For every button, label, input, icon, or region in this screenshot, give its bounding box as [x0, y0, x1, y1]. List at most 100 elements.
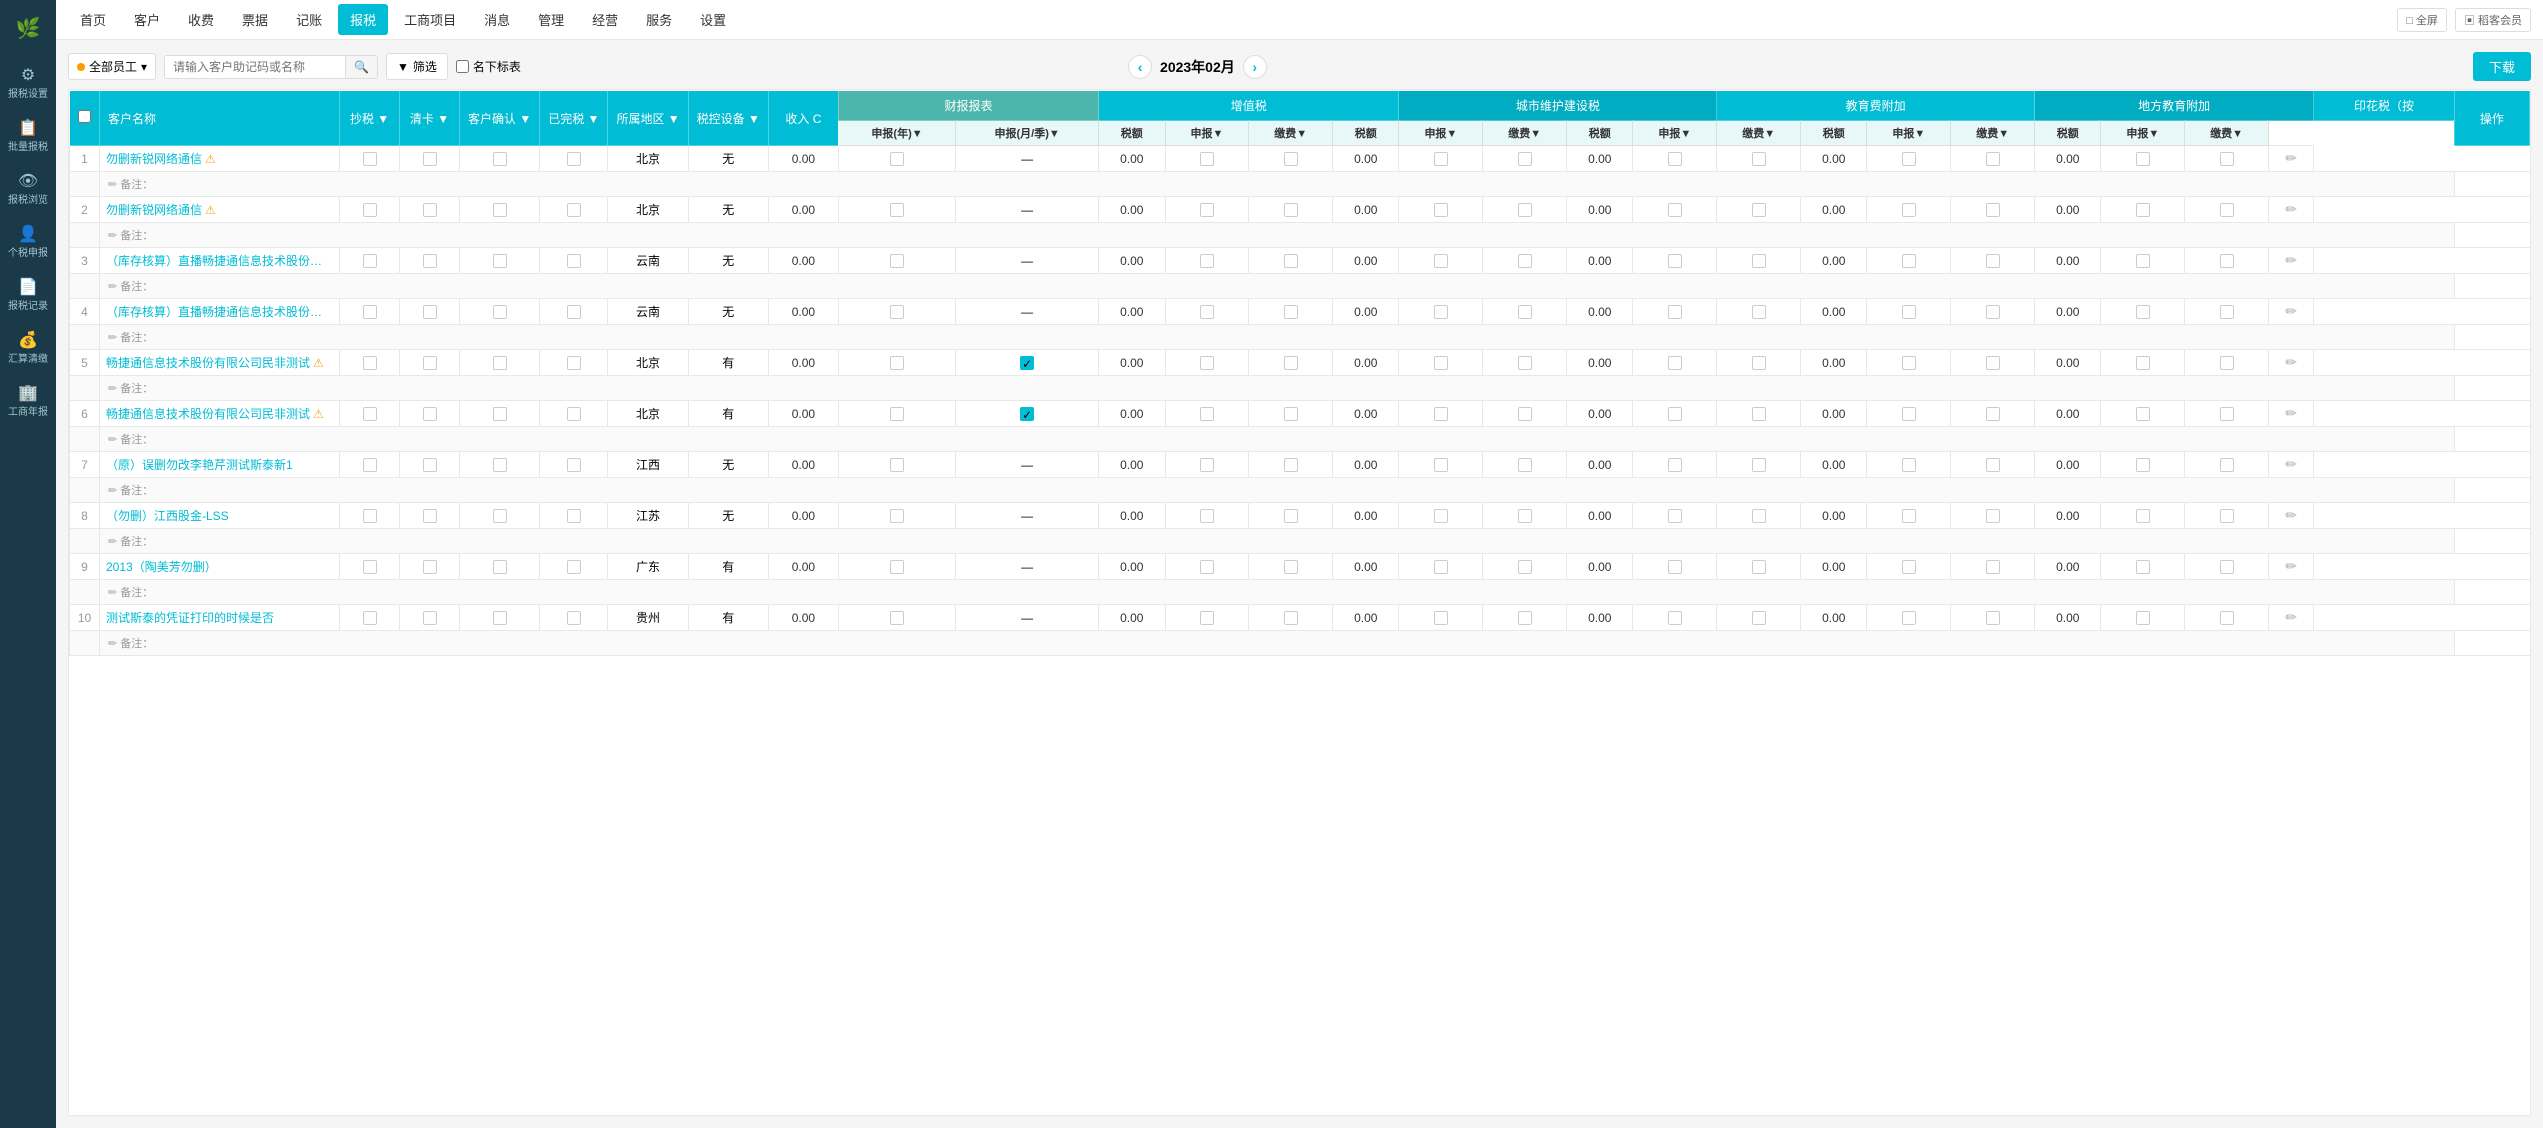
jy-jf-cell[interactable]: [1717, 503, 1801, 529]
th-df-jf[interactable]: 缴费▼: [1951, 121, 2035, 146]
confirm-cell[interactable]: [460, 554, 540, 580]
csw-sb-cb[interactable]: [1434, 458, 1448, 472]
df-sb-cell[interactable]: [1867, 605, 1951, 631]
zb-year-cb[interactable]: [890, 407, 904, 421]
jy-sb-cell[interactable]: [1633, 146, 1717, 172]
qingka-cb[interactable]: [423, 356, 437, 370]
chaoshui-cell[interactable]: [340, 503, 400, 529]
zzs-jf-cb[interactable]: [1284, 458, 1298, 472]
confirm-cb[interactable]: [493, 458, 507, 472]
zb-year-cb[interactable]: [890, 152, 904, 166]
yh-sb-cb[interactable]: [2136, 509, 2150, 523]
df-jf-cb[interactable]: [1986, 509, 2000, 523]
remark-cell[interactable]: ✏ 备注：: [100, 325, 2455, 350]
th-region[interactable]: 所属地区 ▼: [608, 91, 688, 146]
paid-cb[interactable]: [567, 407, 581, 421]
qingka-cb[interactable]: [423, 509, 437, 523]
zzs-sb-cb[interactable]: [1200, 509, 1214, 523]
qingka-cb[interactable]: [423, 407, 437, 421]
remark-cell[interactable]: ✏ 备注：: [100, 376, 2455, 401]
remark-cell[interactable]: ✏ 备注：: [100, 274, 2455, 299]
yh-sb-cell[interactable]: [2101, 554, 2185, 580]
paid-cb[interactable]: [567, 254, 581, 268]
csw-sb-cb[interactable]: [1434, 407, 1448, 421]
paid-cell[interactable]: [540, 248, 608, 274]
qingka-cb[interactable]: [423, 560, 437, 574]
paid-cb[interactable]: [567, 611, 581, 625]
jy-jf-cell[interactable]: [1717, 605, 1801, 631]
nav-shezhi[interactable]: 设置: [688, 4, 738, 35]
zb-month-cell[interactable]: —: [956, 146, 1099, 172]
zb-year-cell[interactable]: [838, 605, 955, 631]
qingka-cb[interactable]: [423, 203, 437, 217]
zzs-jf-cb[interactable]: [1284, 560, 1298, 574]
df-jf-cb[interactable]: [1986, 152, 2000, 166]
th-csw-sb[interactable]: 申报▼: [1399, 121, 1483, 146]
sidebar-item-gongshangnianbao[interactable]: 🏢 工商年报: [0, 374, 56, 427]
chaoshui-cb[interactable]: [363, 305, 377, 319]
operate-cell[interactable]: ✏: [2269, 299, 2314, 325]
csw-sb-cb[interactable]: [1434, 356, 1448, 370]
member-button[interactable]: ▣ 稻客会员: [2455, 8, 2531, 32]
csw-sb-cb[interactable]: [1434, 611, 1448, 625]
chaoshui-cell[interactable]: [340, 248, 400, 274]
df-jf-cell[interactable]: [1951, 554, 2035, 580]
yh-sb-cb[interactable]: [2136, 254, 2150, 268]
df-sb-cb[interactable]: [1902, 458, 1916, 472]
zzs-jf-cell[interactable]: [1249, 146, 1333, 172]
table-container[interactable]: 客户名称 抄税 ▼ 清卡 ▼ 客户确认 ▼ 已完税 ▼ 所属地区 ▼ 税控设备 …: [68, 89, 2531, 1116]
th-qingka[interactable]: 清卡 ▼: [400, 91, 460, 146]
df-sb-cb[interactable]: [1902, 611, 1916, 625]
edit-icon[interactable]: ✏: [2285, 456, 2297, 472]
df-jf-cell[interactable]: [1951, 248, 2035, 274]
qingka-cell[interactable]: [400, 503, 460, 529]
th-yh-jf[interactable]: 缴费▼: [2185, 121, 2269, 146]
csw-jf-cell[interactable]: [1483, 197, 1567, 223]
yh-sb-cell[interactable]: [2101, 248, 2185, 274]
yh-sb-cb[interactable]: [2136, 356, 2150, 370]
csw-sb-cell[interactable]: [1399, 605, 1483, 631]
df-sb-cell[interactable]: [1867, 503, 1951, 529]
paid-cell[interactable]: [540, 146, 608, 172]
csw-jf-cell[interactable]: [1483, 146, 1567, 172]
zb-month-cb[interactable]: ✓: [1020, 356, 1034, 370]
paid-cell[interactable]: [540, 350, 608, 376]
search-input[interactable]: [165, 56, 345, 78]
csw-jf-cell[interactable]: [1483, 452, 1567, 478]
zzs-jf-cb[interactable]: [1284, 203, 1298, 217]
zzs-jf-cb[interactable]: [1284, 254, 1298, 268]
csw-sb-cb[interactable]: [1434, 560, 1448, 574]
sidebar-item-baoshuishezhi[interactable]: ⚙ 报税设置: [0, 56, 56, 109]
df-jf-cell[interactable]: [1951, 605, 2035, 631]
nav-shoufei[interactable]: 收费: [176, 4, 226, 35]
df-jf-cell[interactable]: [1951, 401, 2035, 427]
operate-cell[interactable]: ✏: [2269, 197, 2314, 223]
zb-year-cell[interactable]: [838, 452, 955, 478]
jy-sb-cell[interactable]: [1633, 299, 1717, 325]
zzs-jf-cell[interactable]: [1249, 503, 1333, 529]
df-sb-cell[interactable]: [1867, 350, 1951, 376]
zzs-sb-cb[interactable]: [1200, 203, 1214, 217]
zzs-sb-cb[interactable]: [1200, 560, 1214, 574]
zb-year-cb[interactable]: [890, 305, 904, 319]
chaoshui-cb[interactable]: [363, 254, 377, 268]
edit-icon[interactable]: ✏: [2285, 252, 2297, 268]
yh-jf-cell[interactable]: [2185, 554, 2269, 580]
zb-year-cell[interactable]: [838, 248, 955, 274]
qingka-cell[interactable]: [400, 197, 460, 223]
zb-year-cell[interactable]: [838, 299, 955, 325]
jy-jf-cell[interactable]: [1717, 146, 1801, 172]
yh-jf-cb[interactable]: [2220, 305, 2234, 319]
confirm-cb[interactable]: [493, 152, 507, 166]
df-sb-cell[interactable]: [1867, 299, 1951, 325]
prev-month-button[interactable]: ‹: [1128, 55, 1152, 79]
sidebar-item-geshuishenbao[interactable]: 👤 个税申报: [0, 215, 56, 268]
csw-sb-cell[interactable]: [1399, 452, 1483, 478]
qingka-cell[interactable]: [400, 248, 460, 274]
operate-cell[interactable]: ✏: [2269, 401, 2314, 427]
df-jf-cb[interactable]: [1986, 203, 2000, 217]
customer-name-cell[interactable]: （库存核算）直播畅捷通信息技术股份有限...⚠: [100, 299, 340, 325]
df-jf-cb[interactable]: [1986, 305, 2000, 319]
zb-year-cb[interactable]: [890, 254, 904, 268]
th-jy-jf[interactable]: 缴费▼: [1717, 121, 1801, 146]
